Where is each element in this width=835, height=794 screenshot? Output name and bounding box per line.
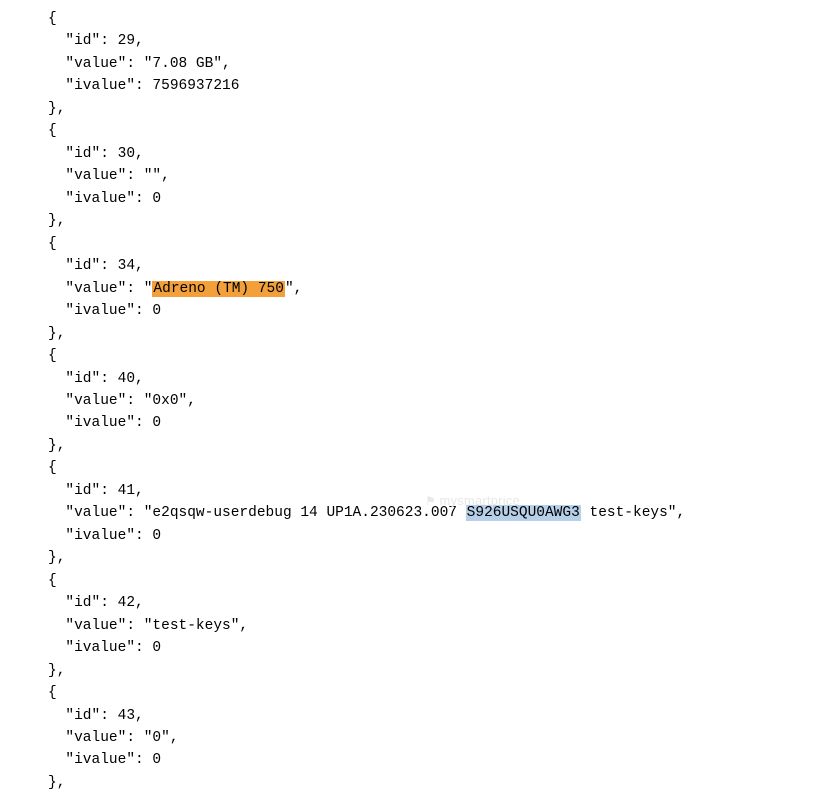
json-source-view: { "id": 29, "value": "7.08 GB", "ivalue"… (0, 0, 835, 794)
